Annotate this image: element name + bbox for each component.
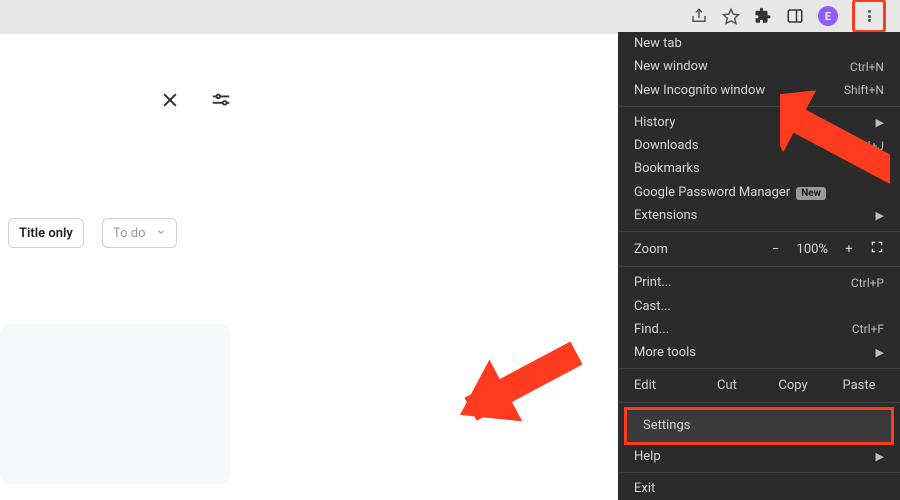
edit-label: Edit (630, 378, 690, 393)
submenu-arrow-icon: ▶ (876, 450, 884, 463)
extensions-icon[interactable] (754, 7, 772, 25)
menu-cast[interactable]: Cast... (618, 294, 900, 317)
menu-separator (618, 402, 900, 403)
menu-item-label: Google Password ManagerNew (634, 185, 884, 200)
menu-item-shortcut: Ctrl+P (851, 276, 884, 290)
zoom-out-button[interactable]: − (769, 242, 783, 257)
close-icon[interactable] (160, 90, 180, 114)
profile-avatar[interactable]: E (818, 6, 838, 26)
chrome-context-menu: New tab New window Ctrl+N New Incognito … (618, 32, 900, 500)
chevron-down-icon (156, 226, 166, 241)
fullscreen-icon[interactable] (870, 240, 884, 258)
title-only-label: Title only (19, 226, 73, 241)
menu-separator (618, 266, 900, 267)
menu-item-label: Find... (634, 322, 852, 337)
menu-item-label: New Incognito window (634, 83, 844, 98)
menu-password-manager[interactable]: Google Password ManagerNew (618, 181, 900, 204)
menu-history[interactable]: History ▶ (618, 111, 900, 134)
submenu-arrow-icon: ▶ (876, 116, 884, 129)
menu-item-shortcut: Ctrl+J (852, 139, 884, 153)
menu-item-label: Settings (643, 418, 875, 433)
zoom-label: Zoom (634, 242, 769, 257)
menu-separator (618, 368, 900, 369)
menu-item-label: Print... (634, 275, 851, 290)
menu-item-label: More tools (634, 345, 868, 360)
menu-print[interactable]: Print... Ctrl+P (618, 271, 900, 294)
menu-item-label: Extensions (634, 208, 868, 223)
menu-new-tab[interactable]: New tab (618, 32, 900, 55)
menu-item-label: New window (634, 59, 850, 74)
menu-item-label: New tab (634, 36, 881, 51)
menu-item-label: Downloads (634, 138, 852, 153)
menu-separator (618, 472, 900, 473)
zoom-value: 100% (797, 242, 828, 257)
annotation-highlight-kebab (852, 0, 886, 33)
star-icon[interactable] (722, 7, 740, 25)
title-only-chip[interactable]: Title only (8, 218, 84, 248)
submenu-arrow-icon: ▶ (876, 209, 884, 222)
new-badge: New (796, 187, 826, 200)
copy-button[interactable]: Copy (764, 378, 822, 393)
filter-sliders-icon[interactable] (210, 90, 232, 116)
menu-item-label: Cast... (634, 299, 884, 314)
submenu-arrow-icon: ▶ (876, 162, 884, 175)
menu-item-label: History (634, 115, 868, 130)
browser-toolbar: E (0, 0, 900, 32)
content-card (0, 324, 230, 484)
menu-new-incognito[interactable]: New Incognito window Shift+N (618, 79, 900, 102)
menu-separator (618, 106, 900, 107)
menu-help[interactable]: Help ▶ (618, 445, 900, 468)
cut-button[interactable]: Cut (698, 378, 756, 393)
share-icon[interactable] (690, 7, 708, 25)
menu-item-label: Help (634, 449, 868, 464)
menu-find[interactable]: Find... Ctrl+F (618, 318, 900, 341)
menu-more-tools[interactable]: More tools ▶ (618, 341, 900, 364)
kebab-menu-button[interactable] (856, 3, 882, 29)
menu-item-shortcut: Ctrl+F (852, 322, 884, 336)
submenu-arrow-icon: ▶ (876, 346, 884, 359)
menu-item-shortcut: Ctrl+N (850, 60, 884, 74)
menu-edit-row: Edit Cut Copy Paste (618, 373, 900, 398)
todo-dropdown[interactable]: To do (102, 218, 177, 248)
menu-bookmarks[interactable]: Bookmarks ▶ (618, 157, 900, 180)
todo-label: To do (113, 226, 146, 241)
menu-item-label: Bookmarks (634, 161, 868, 176)
menu-zoom-row: Zoom − 100% + (618, 236, 900, 262)
menu-new-window[interactable]: New window Ctrl+N (618, 55, 900, 78)
menu-extensions[interactable]: Extensions ▶ (618, 204, 900, 227)
annotation-highlight-settings: Settings (624, 407, 894, 445)
menu-item-shortcut (881, 37, 884, 51)
menu-item-shortcut: Shift+N (844, 83, 884, 97)
menu-settings[interactable]: Settings (627, 410, 891, 442)
menu-exit[interactable]: Exit (618, 477, 900, 500)
menu-item-label: Exit (634, 481, 884, 496)
menu-separator (618, 231, 900, 232)
menu-downloads[interactable]: Downloads Ctrl+J (618, 134, 900, 157)
paste-button[interactable]: Paste (830, 378, 888, 393)
side-panel-icon[interactable] (786, 7, 804, 25)
zoom-in-button[interactable]: + (842, 242, 856, 257)
